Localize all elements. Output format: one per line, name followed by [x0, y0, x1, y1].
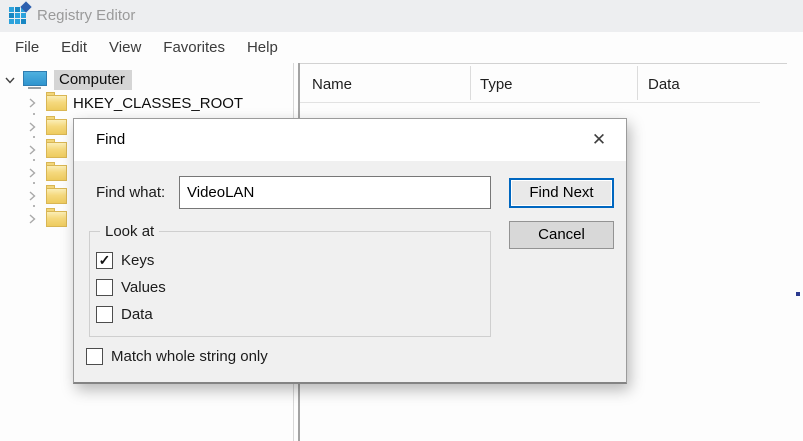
- chevron-right-icon[interactable]: [26, 213, 38, 225]
- look-at-group-label: Look at: [100, 223, 159, 240]
- tree-label-hkey-classes-root[interactable]: HKEY_CLASSES_ROOT: [67, 95, 243, 112]
- list-header-top-line: [300, 63, 787, 64]
- list-header-bottom-line: [300, 102, 760, 103]
- folder-icon: [46, 142, 67, 158]
- menu-view[interactable]: View: [98, 34, 152, 61]
- column-header-name[interactable]: Name: [312, 76, 352, 93]
- stray-cursor-dot: [796, 292, 800, 296]
- checkbox-match-whole-string-label: Match whole string only: [111, 348, 268, 365]
- checkbox-data-box[interactable]: [96, 306, 113, 323]
- folder-icon: [46, 95, 67, 111]
- tree-line-dot: [33, 113, 35, 115]
- menu-favorites[interactable]: Favorites: [152, 34, 236, 61]
- column-header-type[interactable]: Type: [480, 76, 513, 93]
- chevron-right-icon[interactable]: [26, 97, 38, 109]
- tree-line-dot: [33, 136, 35, 138]
- title-bar: Registry Editor: [0, 0, 803, 32]
- menu-edit[interactable]: Edit: [50, 34, 98, 61]
- folder-icon: [46, 188, 67, 204]
- tree-row-folder[interactable]: [26, 116, 67, 138]
- checkbox-values-label: Values: [121, 279, 166, 296]
- chevron-right-icon[interactable]: [26, 190, 38, 202]
- column-separator[interactable]: [470, 66, 471, 100]
- checkbox-values-box[interactable]: [96, 279, 113, 296]
- tree-row-folder[interactable]: [26, 185, 67, 207]
- tree-row-folder[interactable]: [26, 208, 67, 230]
- tree-line-dot: [33, 182, 35, 184]
- checkbox-keys[interactable]: ✓ Keys: [96, 252, 154, 269]
- computer-icon: [23, 71, 47, 89]
- cancel-button[interactable]: Cancel: [509, 221, 614, 249]
- find-next-button[interactable]: Find Next: [509, 178, 614, 208]
- column-header-data[interactable]: Data: [648, 76, 680, 93]
- checkbox-match-whole-string-box[interactable]: [86, 348, 103, 365]
- tree-row-hkey-classes-root[interactable]: HKEY_CLASSES_ROOT: [26, 92, 243, 114]
- chevron-down-icon[interactable]: [4, 74, 16, 86]
- checkbox-keys-label: Keys: [121, 252, 154, 269]
- find-dialog-title: Find: [96, 131, 125, 148]
- tree-line-dot: [33, 205, 35, 207]
- tree-row-computer[interactable]: Computer: [4, 69, 132, 91]
- folder-icon: [46, 165, 67, 181]
- window-title: Registry Editor: [37, 7, 135, 24]
- tree-row-folder[interactable]: [26, 162, 67, 184]
- tree-row-folder[interactable]: [26, 139, 67, 161]
- registry-editor-icon: [9, 5, 29, 25]
- find-dialog-title-bar[interactable]: Find ✕: [74, 119, 626, 161]
- tree-label-computer[interactable]: Computer: [54, 70, 132, 90]
- menu-file[interactable]: File: [4, 34, 50, 61]
- close-icon[interactable]: ✕: [586, 128, 612, 152]
- find-dialog: Find ✕ Find what: Find Next Cancel Look …: [73, 118, 627, 384]
- menu-help[interactable]: Help: [236, 34, 289, 61]
- column-separator[interactable]: [637, 66, 638, 100]
- menu-bar: File Edit View Favorites Help: [0, 32, 803, 62]
- folder-icon: [46, 211, 67, 227]
- checkbox-match-whole-string[interactable]: Match whole string only: [86, 348, 268, 365]
- chevron-right-icon[interactable]: [26, 144, 38, 156]
- find-what-label: Find what:: [96, 184, 165, 201]
- chevron-right-icon[interactable]: [26, 167, 38, 179]
- checkbox-data[interactable]: Data: [96, 306, 153, 323]
- checkbox-values[interactable]: Values: [96, 279, 166, 296]
- checkbox-data-label: Data: [121, 306, 153, 323]
- find-what-input[interactable]: [179, 176, 491, 209]
- chevron-right-icon[interactable]: [26, 121, 38, 133]
- checkbox-keys-box[interactable]: ✓: [96, 252, 113, 269]
- tree-line-dot: [33, 159, 35, 161]
- folder-icon: [46, 119, 67, 135]
